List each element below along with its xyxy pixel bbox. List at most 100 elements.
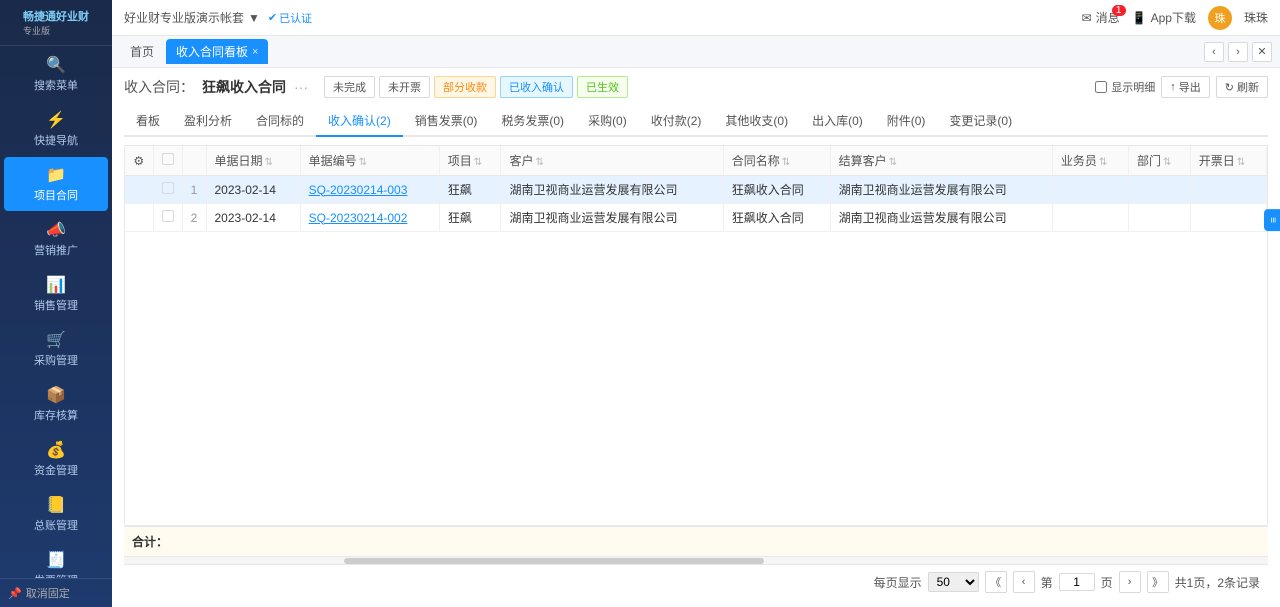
subtab-7[interactable]: 收付款(2) [639, 106, 714, 137]
nav-close-button[interactable]: ✕ [1252, 42, 1272, 62]
subtab-10[interactable]: 附件(0) [875, 106, 938, 137]
sidebar-item-fund[interactable]: 💰资金管理 [4, 432, 108, 486]
nav-next-button[interactable]: › [1228, 42, 1248, 62]
subtab-6[interactable]: 采购(0) [576, 106, 639, 137]
th-contract-name[interactable]: 合同名称⇅ [723, 146, 830, 176]
active-tab-label: 收入合同看板 [176, 43, 248, 60]
td-salesperson-1 [1052, 204, 1128, 232]
sidebar-item-project[interactable]: 📁项目合同 [4, 157, 108, 211]
subtab-5[interactable]: 税务发票(0) [489, 106, 576, 137]
nav-prev-button[interactable]: ‹ [1204, 42, 1224, 62]
td-checkbox-0[interactable] [153, 176, 182, 204]
content-area: 收入合同： 狂飙收入合同 ··· 未完成 未开票 部分收款 已收入确认 已生效 … [112, 68, 1280, 607]
sidebar-item-inventory[interactable]: 📦库存核算 [4, 377, 108, 431]
sidebar: 畅捷通好业财 专业版 🔍搜索菜单⚡快捷导航📁项目合同📣营销推广📊销售管理🛒采购管… [0, 0, 112, 607]
sidebar-item-invoice[interactable]: 🧾发票管理 [4, 542, 108, 578]
current-page-input[interactable] [1059, 573, 1095, 591]
sidebar-item-purchase[interactable]: 🛒采购管理 [4, 322, 108, 376]
sidebar-item-marketing[interactable]: 📣营销推广 [4, 212, 108, 266]
th-settlement-customer[interactable]: 结算客户⇅ [830, 146, 1052, 176]
td-contract-name-0: 狂飙收入合同 [723, 176, 830, 204]
sidebar-item-quick-nav[interactable]: ⚡快捷导航 [4, 102, 108, 156]
sidebar-icon-invoice: 🧾 [46, 550, 66, 570]
app-download-button[interactable]: 📱 App下载 [1132, 9, 1196, 26]
status-active-btn[interactable]: 已生效 [577, 76, 628, 98]
th-settings[interactable]: ⚙ [125, 146, 153, 176]
td-settlement-1: 湖南卫视商业运营发展有限公司 [830, 204, 1052, 232]
page-suffix: 页 [1101, 574, 1113, 591]
td-checkbox-1[interactable] [153, 204, 182, 232]
topbar-right: ✉ 消息 1 📱 App下载 珠 珠珠 [1082, 6, 1268, 30]
sidebar-icon-quick-nav: ⚡ [46, 110, 66, 130]
table-header-row: ⚙ 单据日期⇅ 单据编号⇅ 项目⇅ 客户⇅ 合同名称⇅ 结算客户⇅ 业务员⇅ [125, 146, 1267, 176]
home-tab[interactable]: 首页 [120, 39, 164, 64]
export-label: 导出 [1179, 79, 1201, 95]
sidebar-label-marketing: 营销推广 [34, 242, 78, 258]
company-selector[interactable]: 好业财专业版演示帐套 ▼ [124, 9, 260, 26]
th-order [182, 146, 206, 176]
th-bill-no[interactable]: 单据编号⇅ [300, 146, 439, 176]
th-salesperson[interactable]: 业务员⇅ [1052, 146, 1128, 176]
sidebar-icon-general-ledger: 📒 [46, 495, 66, 515]
status-incomplete-btn[interactable]: 未完成 [324, 76, 375, 98]
row-checkbox-0[interactable] [162, 182, 174, 194]
sidebar-item-general-ledger[interactable]: 📒总账管理 [4, 487, 108, 541]
th-bill-date2[interactable]: 开票日⇅ [1190, 146, 1266, 176]
username-label[interactable]: 珠珠 [1244, 9, 1268, 26]
prev-page-button[interactable]: ‹ [1013, 571, 1035, 593]
next-page-button[interactable]: › [1119, 571, 1141, 593]
sidebar-item-sales[interactable]: 📊销售管理 [4, 267, 108, 321]
status-confirmed-btn[interactable]: 已收入确认 [500, 76, 573, 98]
bill-no-link-0[interactable]: SQ-20230214-003 [309, 183, 408, 197]
subtab-4[interactable]: 销售发票(0) [403, 106, 490, 137]
side-panel-icon[interactable]: ≡ [1264, 209, 1280, 231]
td-bill-no-0[interactable]: SQ-20230214-003 [300, 176, 439, 204]
per-page-select[interactable]: 50 100 200 [928, 572, 979, 592]
sidebar-icon-search: 🔍 [46, 55, 66, 75]
bill-no-link-1[interactable]: SQ-20230214-002 [309, 211, 408, 225]
hscroll-thumb[interactable] [344, 558, 764, 564]
last-page-button[interactable]: 》 [1147, 571, 1169, 593]
data-table-container[interactable]: ⚙ 单据日期⇅ 单据编号⇅ 项目⇅ 客户⇅ 合同名称⇅ 结算客户⇅ 业务员⇅ [124, 145, 1268, 526]
table-row[interactable]: 1 2023-02-14 SQ-20230214-003 狂飙 湖南卫视商业运营… [125, 176, 1267, 204]
status-partial-btn[interactable]: 部分收款 [434, 76, 496, 98]
message-button[interactable]: ✉ 消息 1 [1082, 9, 1120, 26]
show-detail-input[interactable] [1095, 81, 1107, 93]
subtab-9[interactable]: 出入库(0) [800, 106, 875, 137]
export-button[interactable]: ↑ 导出 [1161, 76, 1210, 98]
table-row[interactable]: 2 2023-02-14 SQ-20230214-002 狂飙 湖南卫视商业运营… [125, 204, 1267, 232]
contract-more-button[interactable]: ··· [294, 79, 308, 95]
subtab-3[interactable]: 收入确认(2) [316, 106, 403, 137]
active-tab[interactable]: 收入合同看板 × [166, 39, 268, 64]
show-detail-checkbox[interactable]: 显示明细 [1095, 79, 1155, 95]
sidebar-item-search[interactable]: 🔍搜索菜单 [4, 47, 108, 101]
subtab-0[interactable]: 看板 [124, 106, 172, 137]
subtab-2[interactable]: 合同标的 [244, 106, 316, 137]
row-checkbox-1[interactable] [162, 210, 174, 222]
main-area: 好业财专业版演示帐套 ▼ ✔ 已认证 ✉ 消息 1 📱 App下载 珠 珠珠 首… [112, 0, 1280, 607]
status-not-invoiced-btn[interactable]: 未开票 [379, 76, 430, 98]
th-bill-date[interactable]: 单据日期⇅ [206, 146, 300, 176]
first-page-button[interactable]: 《 [985, 571, 1007, 593]
th-checkbox[interactable] [153, 146, 182, 176]
td-bill-no-1[interactable]: SQ-20230214-002 [300, 204, 439, 232]
th-project[interactable]: 项目⇅ [439, 146, 501, 176]
subtab-1[interactable]: 盈利分析 [172, 106, 244, 137]
subtab-8[interactable]: 其他收支(0) [713, 106, 800, 137]
tab-close-button[interactable]: × [252, 46, 258, 58]
user-avatar[interactable]: 珠 [1208, 6, 1232, 30]
th-customer[interactable]: 客户⇅ [501, 146, 723, 176]
refresh-button[interactable]: ↻ 刷新 [1216, 76, 1268, 98]
select-all-checkbox[interactable] [162, 153, 174, 165]
td-department-0 [1129, 176, 1191, 204]
certified-check-icon: ✔ [268, 11, 277, 24]
subtab-11[interactable]: 变更记录(0) [937, 106, 1024, 137]
sidebar-pin-toggle[interactable]: 📌 取消固定 [0, 578, 112, 607]
contract-title: 狂飙收入合同 [202, 77, 286, 97]
sidebar-icon-inventory: 📦 [46, 385, 66, 405]
hscroll-container[interactable] [124, 556, 1268, 564]
td-bill-date2-0 [1190, 176, 1266, 204]
settings-icon[interactable]: ⚙ [133, 154, 144, 168]
sidebar-scroll: 🔍搜索菜单⚡快捷导航📁项目合同📣营销推广📊销售管理🛒采购管理📦库存核算💰资金管理… [0, 46, 112, 578]
th-department[interactable]: 部门⇅ [1129, 146, 1191, 176]
